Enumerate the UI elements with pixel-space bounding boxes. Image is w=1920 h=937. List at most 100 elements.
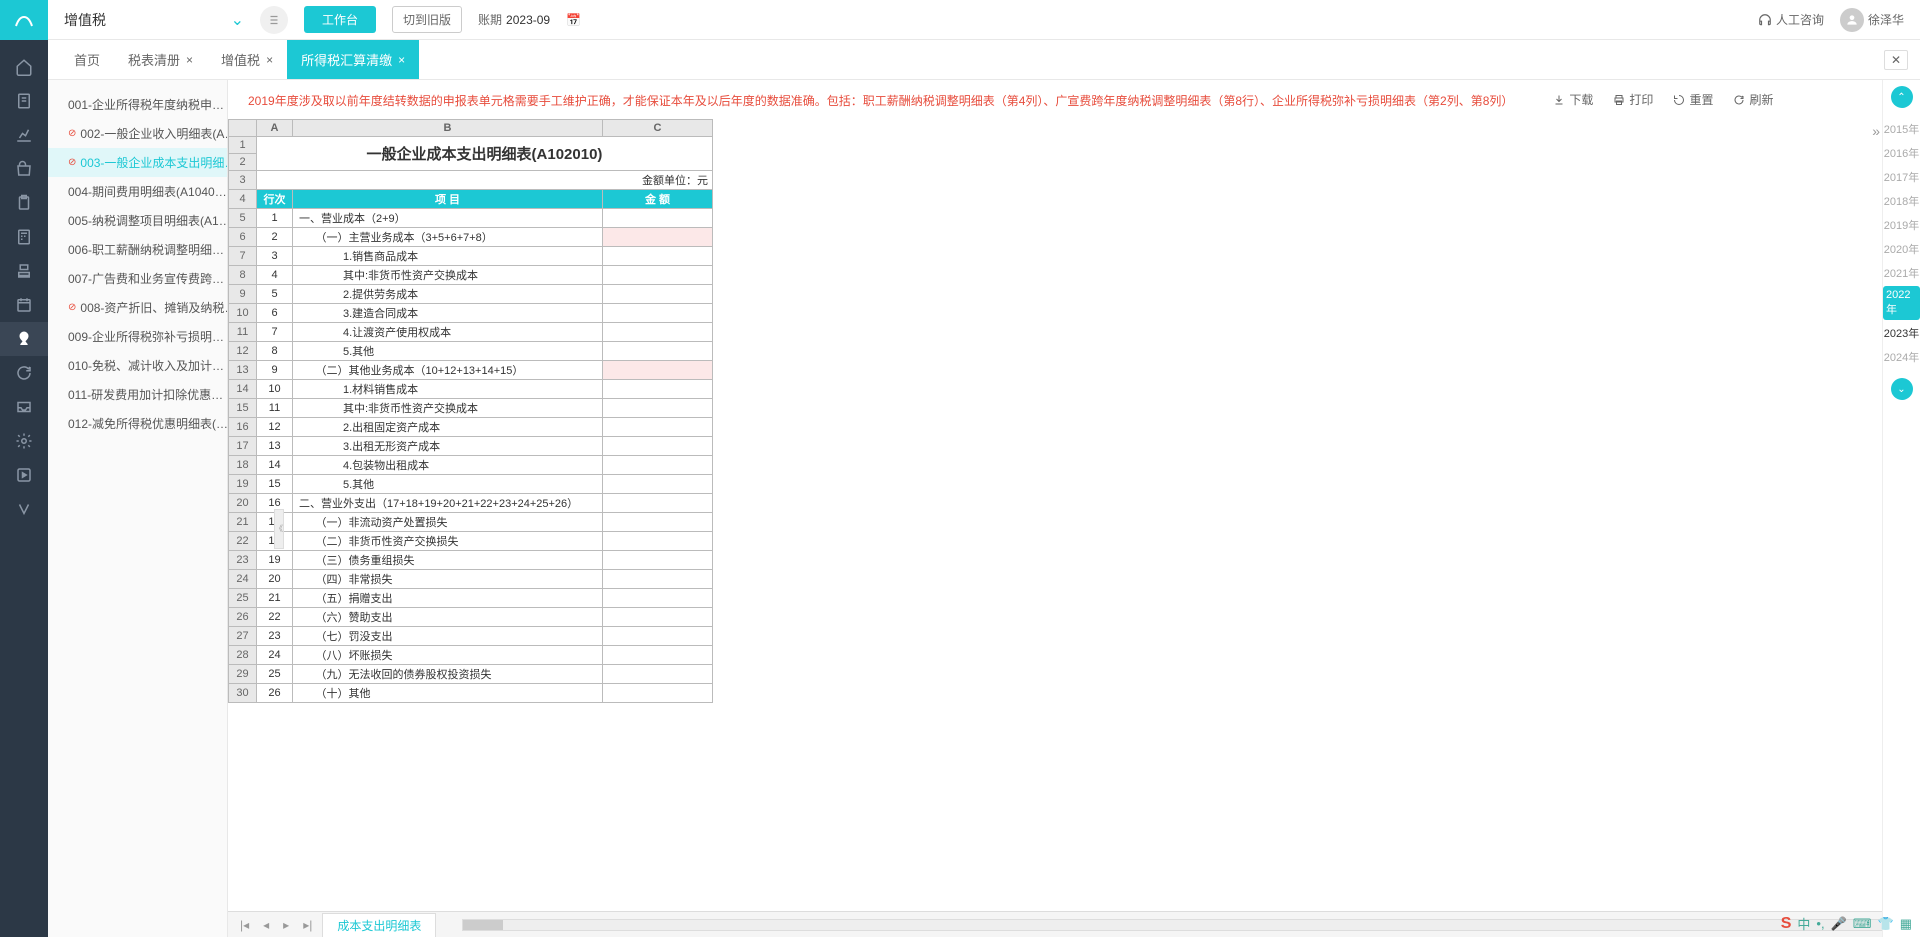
- form-list-item[interactable]: 010-免税、减计收入及加计…: [48, 351, 227, 380]
- cell-item[interactable]: （五）捐赠支出: [293, 589, 603, 608]
- cell-item[interactable]: 1.材料销售成本: [293, 380, 603, 399]
- row-header[interactable]: 22: [229, 532, 257, 551]
- print-button[interactable]: 打印: [1613, 91, 1653, 108]
- cell-lineno[interactable]: 19: [257, 551, 293, 570]
- ime-punct-icon[interactable]: •,: [1816, 916, 1824, 931]
- user-menu[interactable]: 徐泽华: [1840, 8, 1904, 32]
- nav-doc-icon[interactable]: [0, 84, 48, 118]
- cell-item[interactable]: 4.让渡资产使用权成本: [293, 323, 603, 342]
- nav-refresh-icon[interactable]: [0, 356, 48, 390]
- cell-item[interactable]: 一、营业成本（2+9）: [293, 209, 603, 228]
- nav-bag-icon[interactable]: [0, 152, 48, 186]
- row-header[interactable]: 14: [229, 380, 257, 399]
- cell-amount[interactable]: [603, 646, 713, 665]
- cell-amount[interactable]: [603, 266, 713, 285]
- ime-mic-icon[interactable]: 🎤: [1831, 916, 1847, 932]
- sheet-nav-first-icon[interactable]: |◂: [236, 918, 253, 932]
- nav-stamp-icon[interactable]: [0, 254, 48, 288]
- reset-button[interactable]: 重置: [1673, 91, 1713, 108]
- ime-brand-icon[interactable]: S: [1781, 915, 1792, 933]
- cell-item[interactable]: 5.其他: [293, 342, 603, 361]
- cell-amount[interactable]: [603, 361, 713, 380]
- workbench-button[interactable]: 工作台: [304, 6, 376, 33]
- cell-amount[interactable]: [603, 342, 713, 361]
- nav-clipboard-icon[interactable]: [0, 186, 48, 220]
- tab-1[interactable]: 税表清册×: [114, 40, 207, 79]
- consult-link[interactable]: 人工咨询: [1758, 11, 1824, 28]
- cell-amount[interactable]: [603, 285, 713, 304]
- nav-inbox-icon[interactable]: [0, 390, 48, 424]
- expand-arrow-icon[interactable]: »: [1872, 123, 1880, 139]
- form-list-item[interactable]: 007-广告费和业务宣传费跨…: [48, 264, 227, 293]
- cell-amount[interactable]: [603, 247, 713, 266]
- col-header-C[interactable]: C: [603, 120, 713, 137]
- cell-lineno[interactable]: 23: [257, 627, 293, 646]
- row-header[interactable]: 6: [229, 228, 257, 247]
- row-header[interactable]: 10: [229, 304, 257, 323]
- cell-lineno[interactable]: 10: [257, 380, 293, 399]
- form-list-item[interactable]: 004-期间费用明细表(A1040…: [48, 177, 227, 206]
- cell-item[interactable]: 其中:非货币性资产交换成本: [293, 266, 603, 285]
- cell-amount[interactable]: [603, 304, 713, 323]
- row-header[interactable]: 27: [229, 627, 257, 646]
- cell-lineno[interactable]: 1: [257, 209, 293, 228]
- tab-0[interactable]: 首页: [60, 40, 114, 79]
- row-header[interactable]: 26: [229, 608, 257, 627]
- cell-amount[interactable]: [603, 513, 713, 532]
- row-header[interactable]: 18: [229, 456, 257, 475]
- row-header[interactable]: 29: [229, 665, 257, 684]
- ime-toolbox-icon[interactable]: ▦: [1900, 916, 1912, 932]
- cell-item[interactable]: （九）无法收回的债券股权投资损失: [293, 665, 603, 684]
- row-header[interactable]: 21: [229, 513, 257, 532]
- cell-lineno[interactable]: 20: [257, 570, 293, 589]
- cell-item[interactable]: （一）非流动资产处置损失: [293, 513, 603, 532]
- row-header[interactable]: 19: [229, 475, 257, 494]
- cell-lineno[interactable]: 3: [257, 247, 293, 266]
- cell-item[interactable]: （三）债务重组损失: [293, 551, 603, 570]
- close-all-tabs-button[interactable]: ✕: [1884, 50, 1908, 70]
- cell-lineno[interactable]: 9: [257, 361, 293, 380]
- year-item[interactable]: 2019年: [1884, 214, 1919, 236]
- form-list-item[interactable]: ⊘008-资产折旧、摊销及纳税…: [48, 293, 227, 322]
- sheet-nav-prev-icon[interactable]: ◂: [259, 918, 273, 932]
- form-list-item[interactable]: 011-研发费用加计扣除优惠…: [48, 380, 227, 409]
- list-icon-button[interactable]: [260, 6, 288, 34]
- cell-lineno[interactable]: 5: [257, 285, 293, 304]
- row-header[interactable]: 16: [229, 418, 257, 437]
- year-item[interactable]: 2018年: [1884, 190, 1919, 212]
- cell-lineno[interactable]: 26: [257, 684, 293, 703]
- cell-item[interactable]: 3.建造合同成本: [293, 304, 603, 323]
- cell-lineno[interactable]: 2: [257, 228, 293, 247]
- nav-play-icon[interactable]: [0, 458, 48, 492]
- row-header[interactable]: 5: [229, 209, 257, 228]
- form-list-item[interactable]: ⊘003-一般企业成本支出明细…: [48, 148, 227, 177]
- row-header[interactable]: 7: [229, 247, 257, 266]
- refresh-button[interactable]: 刷新: [1733, 91, 1773, 108]
- cell-lineno[interactable]: 14: [257, 456, 293, 475]
- year-item[interactable]: 2017年: [1884, 166, 1919, 188]
- row-header[interactable]: 13: [229, 361, 257, 380]
- nav-home-icon[interactable]: [0, 50, 48, 84]
- col-header-B[interactable]: B: [293, 120, 603, 137]
- form-list-item[interactable]: 001-企业所得税年度纳税申…: [48, 90, 227, 119]
- app-logo[interactable]: [0, 0, 48, 40]
- cell-item[interactable]: 二、营业外支出（17+18+19+20+21+22+23+24+25+26）: [293, 494, 603, 513]
- cell-item[interactable]: （十）其他: [293, 684, 603, 703]
- form-list-item[interactable]: 005-纳税调整项目明细表(A1…: [48, 206, 227, 235]
- cell-lineno[interactable]: 4: [257, 266, 293, 285]
- cell-amount[interactable]: [603, 608, 713, 627]
- close-icon[interactable]: ×: [266, 53, 273, 67]
- cell-amount[interactable]: [603, 475, 713, 494]
- cell-amount[interactable]: [603, 627, 713, 646]
- cell-item[interactable]: （八）坏账损失: [293, 646, 603, 665]
- cell-amount[interactable]: [603, 551, 713, 570]
- row-header[interactable]: 30: [229, 684, 257, 703]
- ime-lang[interactable]: 中: [1797, 914, 1810, 933]
- cell-item[interactable]: （七）罚没支出: [293, 627, 603, 646]
- calendar-icon[interactable]: 📅: [566, 13, 581, 27]
- cell-lineno[interactable]: 11: [257, 399, 293, 418]
- cell-amount[interactable]: [603, 665, 713, 684]
- company-dropdown[interactable]: 增值税 ⌄: [64, 10, 244, 30]
- nav-tax-icon[interactable]: [0, 322, 48, 356]
- col-header-A[interactable]: A: [257, 120, 293, 137]
